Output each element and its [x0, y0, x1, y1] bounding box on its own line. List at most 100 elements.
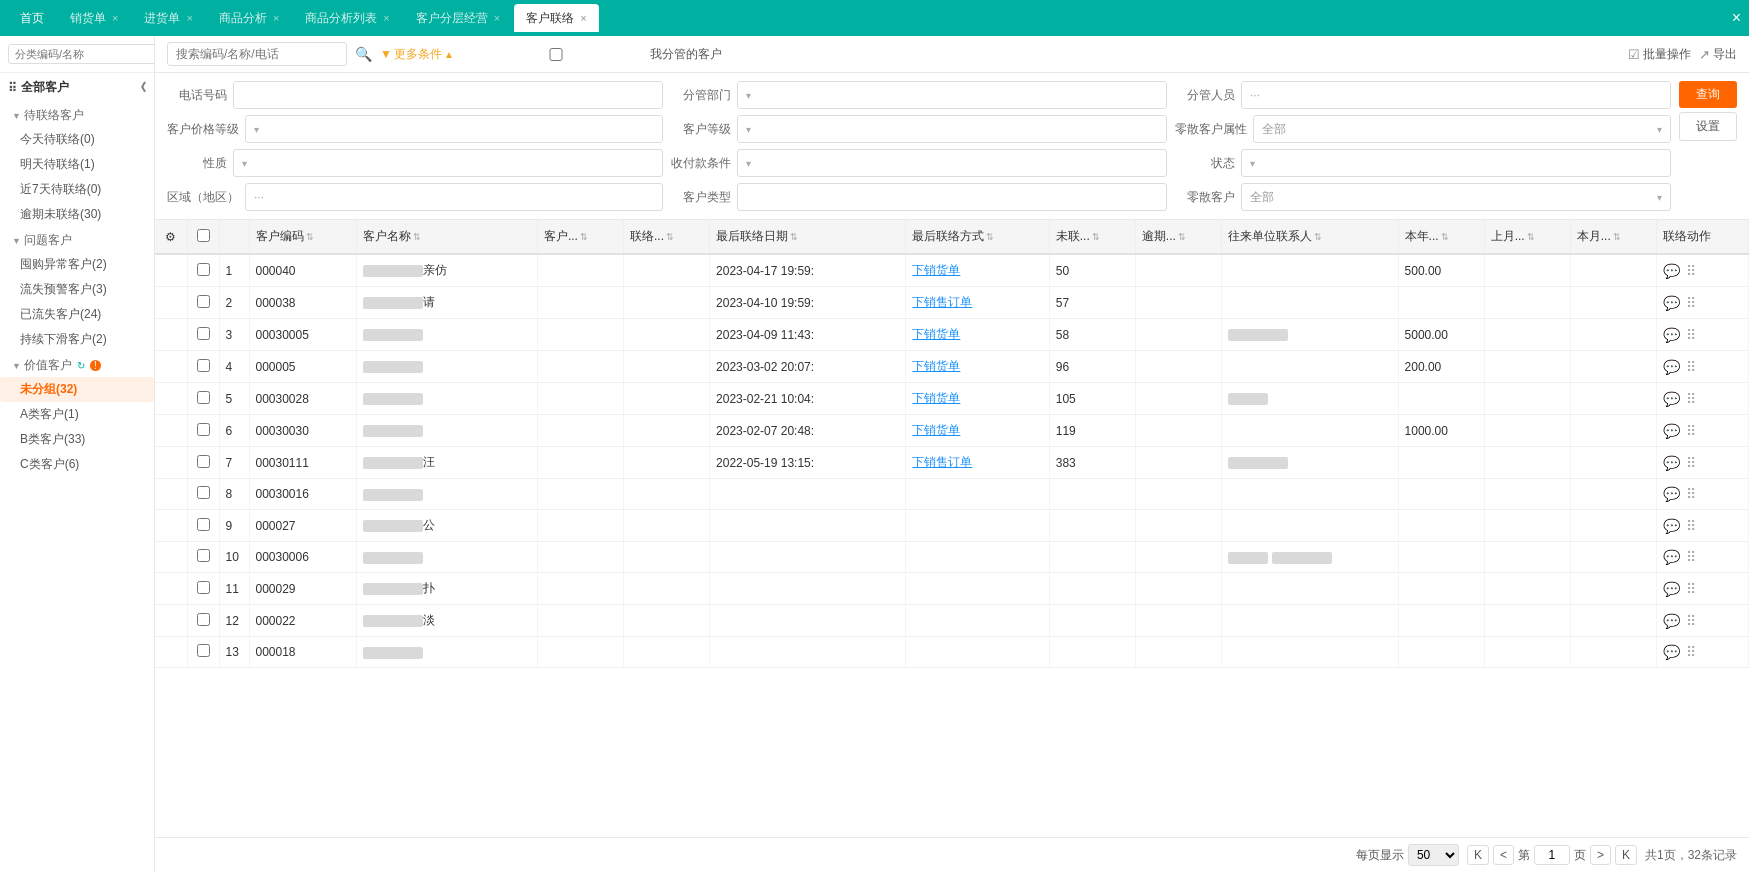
- sidebar-item-tomorrow[interactable]: 明天待联络(1): [0, 152, 154, 177]
- row-last-contact-way[interactable]: 下销售订单: [906, 287, 1049, 319]
- row-last-contact-way[interactable]: [906, 637, 1049, 668]
- message-icon[interactable]: 💬: [1663, 295, 1680, 311]
- last-page-btn[interactable]: K: [1615, 845, 1637, 865]
- phone-input[interactable]: [233, 81, 663, 109]
- row-check[interactable]: [197, 423, 210, 436]
- status-dropdown[interactable]: ▾: [1241, 149, 1671, 177]
- th-contact[interactable]: 联络...⇅: [623, 220, 709, 254]
- tab-purchase[interactable]: 进货单 ×: [132, 4, 204, 32]
- row-checkbox[interactable]: [187, 415, 219, 447]
- th-partner[interactable]: 往来单位联系人⇅: [1221, 220, 1398, 254]
- prev-page-btn[interactable]: <: [1493, 845, 1514, 865]
- price-level-dropdown[interactable]: ▾: [245, 115, 663, 143]
- my-customers-check[interactable]: [466, 48, 646, 61]
- row-check[interactable]: [197, 295, 210, 308]
- message-icon[interactable]: 💬: [1663, 263, 1680, 279]
- tab-product-list-close[interactable]: ×: [383, 12, 389, 24]
- grid-action-icon[interactable]: ⠿: [1686, 644, 1696, 660]
- th-overdue[interactable]: 逾期...⇅: [1135, 220, 1221, 254]
- row-last-contact-way[interactable]: [906, 510, 1049, 542]
- row-checkbox[interactable]: [187, 254, 219, 287]
- row-check[interactable]: [197, 391, 210, 404]
- reset-button[interactable]: 设置: [1679, 112, 1737, 141]
- batch-operation-btn[interactable]: ☑ 批量操作: [1628, 46, 1691, 63]
- sidebar-item-overdue[interactable]: 逾期未联络(30): [0, 202, 154, 227]
- th-this-year[interactable]: 本年...⇅: [1398, 220, 1484, 254]
- tab-sales-close[interactable]: ×: [112, 12, 118, 24]
- tab-sales[interactable]: 销货单 ×: [58, 4, 130, 32]
- tab-customer-segment-close[interactable]: ×: [494, 12, 500, 24]
- grid-action-icon[interactable]: ⠿: [1686, 423, 1696, 439]
- grid-action-icon[interactable]: ⠿: [1686, 295, 1696, 311]
- sidebar-item-class-a[interactable]: A类客户(1): [0, 402, 154, 427]
- sidebar-item-class-c[interactable]: C类客户(6): [0, 452, 154, 477]
- sidebar-item-abnormal[interactable]: 囤购异常客户(2): [0, 252, 154, 277]
- row-check[interactable]: [197, 549, 210, 562]
- row-checkbox[interactable]: [187, 573, 219, 605]
- sidebar-item-churn-warning[interactable]: 流失预警客户(3): [0, 277, 154, 302]
- th-not-contacted[interactable]: 未联...⇅: [1049, 220, 1135, 254]
- grid-action-icon[interactable]: ⠿: [1686, 263, 1696, 279]
- row-check[interactable]: [197, 486, 210, 499]
- next-page-btn[interactable]: >: [1590, 845, 1611, 865]
- message-icon[interactable]: 💬: [1663, 613, 1680, 629]
- message-icon[interactable]: 💬: [1663, 549, 1680, 565]
- message-icon[interactable]: 💬: [1663, 359, 1680, 375]
- sidebar-item-declining[interactable]: 持续下滑客户(2): [0, 327, 154, 352]
- select-all-checkbox[interactable]: [197, 229, 210, 242]
- row-check[interactable]: [197, 518, 210, 531]
- scatter-customer-dropdown[interactable]: 全部 ▾: [1241, 183, 1671, 211]
- message-icon[interactable]: 💬: [1663, 518, 1680, 534]
- query-button[interactable]: 查询: [1679, 81, 1737, 108]
- tab-product-analysis[interactable]: 商品分析 ×: [207, 4, 291, 32]
- message-icon[interactable]: 💬: [1663, 455, 1680, 471]
- row-checkbox[interactable]: [187, 510, 219, 542]
- th-this-month[interactable]: 本月...⇅: [1570, 220, 1656, 254]
- customer-level-dropdown[interactable]: ▾: [737, 115, 1167, 143]
- sidebar-item-class-b[interactable]: B类客户(33): [0, 427, 154, 452]
- message-icon[interactable]: 💬: [1663, 644, 1680, 660]
- tab-customer-contact-close[interactable]: ×: [580, 12, 586, 24]
- tab-product-analysis-close[interactable]: ×: [273, 12, 279, 24]
- th-code[interactable]: 客户编码⇅: [249, 220, 356, 254]
- dept-dropdown[interactable]: ▾: [737, 81, 1167, 109]
- row-last-contact-way[interactable]: 下销货单: [906, 415, 1049, 447]
- pending-section[interactable]: ▼ 待联络客户: [0, 102, 154, 127]
- tab-purchase-close[interactable]: ×: [186, 12, 192, 24]
- th-type[interactable]: 客户...⇅: [537, 220, 623, 254]
- row-last-contact-way[interactable]: [906, 542, 1049, 573]
- window-close[interactable]: ×: [1732, 9, 1741, 27]
- message-icon[interactable]: 💬: [1663, 423, 1680, 439]
- page-input[interactable]: [1534, 845, 1570, 865]
- grid-action-icon[interactable]: ⠿: [1686, 581, 1696, 597]
- tab-customer-segment[interactable]: 客户分层经营 ×: [404, 4, 512, 32]
- sidebar-item-today[interactable]: 今天待联络(0): [0, 127, 154, 152]
- message-icon[interactable]: 💬: [1663, 486, 1680, 502]
- row-last-contact-way[interactable]: 下销货单: [906, 319, 1049, 351]
- row-checkbox[interactable]: [187, 319, 219, 351]
- all-customers-header[interactable]: ⠿ 全部客户 《: [0, 73, 154, 102]
- th-checkbox[interactable]: [187, 220, 219, 254]
- row-check[interactable]: [197, 263, 210, 276]
- row-checkbox[interactable]: [187, 605, 219, 637]
- export-btn[interactable]: ↗ 导出: [1699, 46, 1737, 63]
- th-settings[interactable]: ⚙: [155, 220, 187, 254]
- sidebar-item-7days[interactable]: 近7天待联络(0): [0, 177, 154, 202]
- grid-action-icon[interactable]: ⠿: [1686, 327, 1696, 343]
- message-icon[interactable]: 💬: [1663, 327, 1680, 343]
- row-last-contact-way[interactable]: 下销货单: [906, 383, 1049, 415]
- th-last-month[interactable]: 上月...⇅: [1484, 220, 1570, 254]
- payment-dropdown[interactable]: ▾: [737, 149, 1167, 177]
- row-check[interactable]: [197, 581, 210, 594]
- search-input[interactable]: [167, 42, 347, 66]
- more-conditions[interactable]: ▼ 更多条件 ▲: [380, 46, 454, 63]
- customer-type-input[interactable]: [737, 183, 1167, 211]
- row-last-contact-way[interactable]: 下销货单: [906, 351, 1049, 383]
- sidebar-search-input[interactable]: [8, 44, 155, 64]
- row-check[interactable]: [197, 613, 210, 626]
- person-input[interactable]: ···: [1241, 81, 1671, 109]
- problem-section[interactable]: ▼ 问题客户: [0, 227, 154, 252]
- row-checkbox[interactable]: [187, 637, 219, 668]
- first-page-btn[interactable]: K: [1467, 845, 1489, 865]
- region-input[interactable]: ···: [245, 183, 663, 211]
